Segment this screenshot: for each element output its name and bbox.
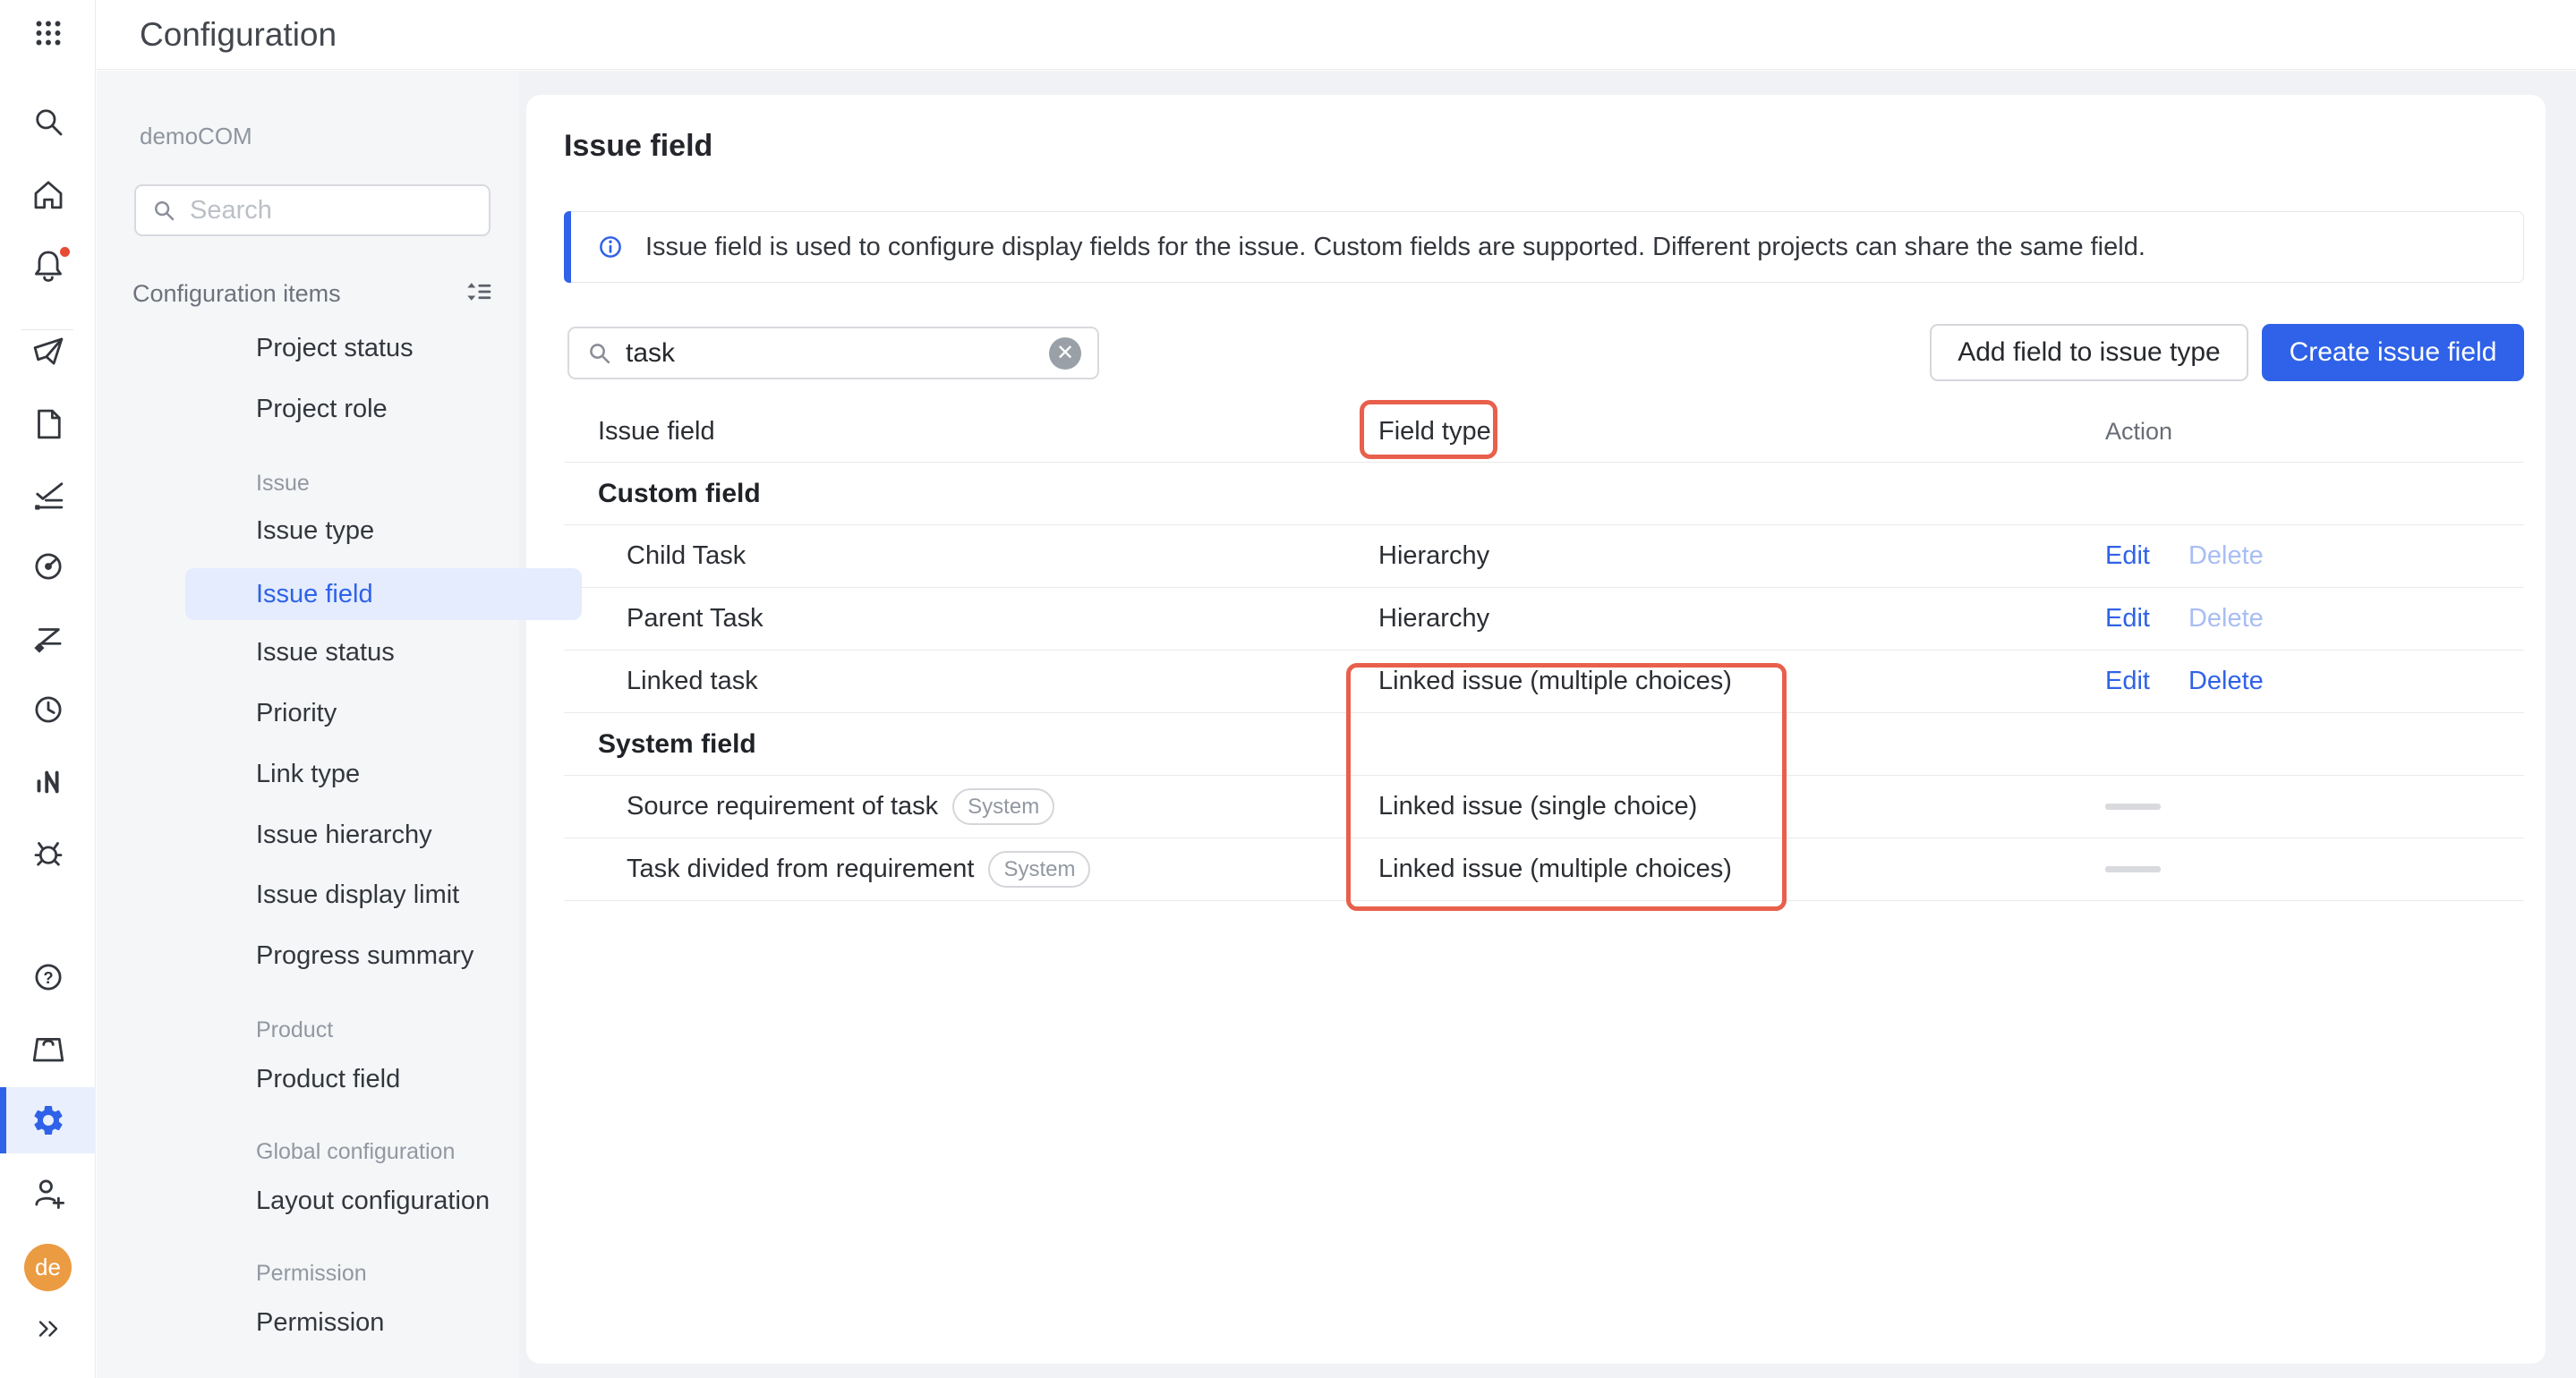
table-row-parent-task: Parent Task Hierarchy Edit Delete xyxy=(564,588,2524,651)
edit-link[interactable]: Edit xyxy=(2105,541,2150,571)
sidebar-menu: Project status Project role Issue Issue … xyxy=(97,71,582,1378)
icon-rail: ? de xyxy=(0,0,96,1378)
field-name: Source requirement of task xyxy=(627,792,939,821)
sprint-icon[interactable] xyxy=(0,606,96,672)
sidebar-item-priority[interactable]: Priority xyxy=(185,687,582,739)
notification-dot xyxy=(57,244,73,259)
documents-icon[interactable] xyxy=(0,391,96,457)
system-badge: System xyxy=(988,850,1091,889)
home-icon[interactable] xyxy=(0,161,96,227)
sidebar-section-product: Product xyxy=(256,1016,334,1042)
column-header-action: Action xyxy=(2105,417,2173,445)
field-type: Linked issue (multiple choices) xyxy=(1378,667,1732,695)
field-type: Hierarchy xyxy=(1378,541,1490,570)
wiki-icon[interactable] xyxy=(0,462,96,528)
banner-text: Issue field is used to configure display… xyxy=(645,232,2145,261)
sidebar-item-issue-display-limit[interactable]: Issue display limit xyxy=(185,869,582,921)
column-header-field-type: Field type xyxy=(1378,416,1491,446)
sidebar-item-product-field[interactable]: Product field xyxy=(185,1053,582,1105)
hours-icon[interactable] xyxy=(0,676,96,743)
sidebar-item-issue-status[interactable]: Issue status xyxy=(185,626,582,678)
sidebar-section-issue: Issue xyxy=(256,470,310,496)
group-row-custom-field: Custom field xyxy=(564,463,2524,525)
field-type: Linked issue (multiple choices) xyxy=(1378,855,1732,883)
delete-link[interactable]: Delete xyxy=(2188,604,2264,634)
user-avatar[interactable]: de xyxy=(24,1244,72,1291)
field-search-box[interactable]: ✕ xyxy=(567,327,1099,379)
sidebar-item-project-role[interactable]: Project role xyxy=(185,383,582,435)
projects-icon[interactable] xyxy=(0,319,96,385)
main-background: Issue field Issue field is used to confi… xyxy=(519,71,2576,1378)
add-field-to-issue-type-button[interactable]: Add field to issue type xyxy=(1930,324,2248,381)
issue-field-table: Issue field Field type Action Custom fie… xyxy=(564,401,2524,901)
field-type: Linked issue (single choice) xyxy=(1378,792,1698,821)
sidebar-item-progress-summary[interactable]: Progress summary xyxy=(185,930,582,982)
sidebar-item-issue-hierarchy[interactable]: Issue hierarchy xyxy=(185,809,582,861)
sidebar-item-permission[interactable]: Permission xyxy=(185,1297,582,1348)
config-sidebar: demoCOM Configuration items Project stat… xyxy=(97,71,582,1378)
app-grid-icon[interactable] xyxy=(0,0,96,66)
table-row-source-requirement-of-task: Source requirement of task System Linked… xyxy=(564,776,2524,838)
field-type: Hierarchy xyxy=(1378,604,1490,633)
field-name: Linked task xyxy=(627,667,758,695)
section-title: Issue field xyxy=(564,129,713,163)
sidebar-item-project-status[interactable]: Project status xyxy=(185,322,582,374)
table-row-task-divided-from-requirement: Task divided from requirement System Lin… xyxy=(564,838,2524,901)
issue-field-panel: Issue field Issue field is used to confi… xyxy=(526,95,2546,1364)
create-issue-field-button[interactable]: Create issue field xyxy=(2262,324,2524,381)
column-header-issue-field: Issue field xyxy=(598,416,715,446)
field-search-input[interactable] xyxy=(626,337,1049,369)
page-title: Configuration xyxy=(140,15,337,53)
invite-member-icon[interactable] xyxy=(0,1160,96,1226)
delete-link[interactable]: Delete xyxy=(2188,667,2264,696)
edit-link[interactable]: Edit xyxy=(2105,667,2150,696)
store-icon[interactable] xyxy=(0,1015,96,1081)
field-name: Child Task xyxy=(627,541,746,570)
edit-link[interactable]: Edit xyxy=(2105,604,2150,634)
sidebar-item-issue-type[interactable]: Issue type xyxy=(185,505,582,557)
delete-link[interactable]: Delete xyxy=(2188,541,2264,571)
collapse-rail-icon[interactable] xyxy=(0,1296,96,1362)
no-action-dash xyxy=(2105,866,2161,872)
sidebar-item-link-type[interactable]: Link type xyxy=(185,748,582,800)
table-row-child-task: Child Task Hierarchy Edit Delete xyxy=(564,525,2524,588)
sidebar-section-global-configuration: Global configuration xyxy=(256,1138,456,1164)
sidebar-item-layout-configuration[interactable]: Layout configuration xyxy=(185,1175,582,1227)
sidebar-item-issue-field[interactable]: Issue field xyxy=(185,568,582,620)
info-icon xyxy=(600,236,621,258)
system-badge: System xyxy=(952,787,1055,826)
notifications-icon[interactable] xyxy=(0,232,96,298)
no-action-dash xyxy=(2105,804,2161,810)
table-header-row: Issue field Field type Action xyxy=(564,401,2524,463)
info-banner: Issue field is used to configure display… xyxy=(564,211,2524,283)
testing-icon[interactable] xyxy=(0,820,96,886)
table-row-linked-task: Linked task Linked issue (multiple choic… xyxy=(564,651,2524,713)
reports-icon[interactable] xyxy=(0,749,96,815)
help-icon[interactable]: ? xyxy=(0,944,96,1010)
field-name: Parent Task xyxy=(627,604,763,633)
svg-text:?: ? xyxy=(43,968,53,987)
sidebar-section-permission: Permission xyxy=(256,1260,367,1286)
goals-icon[interactable] xyxy=(0,533,96,600)
search-icon[interactable] xyxy=(0,89,96,155)
clear-search-icon[interactable]: ✕ xyxy=(1049,336,1081,370)
group-row-system-field: System field xyxy=(564,713,2524,776)
top-header: Configuration xyxy=(97,0,2576,70)
banner-accent-bar xyxy=(564,211,571,283)
field-name: Task divided from requirement xyxy=(627,855,975,883)
settings-icon[interactable] xyxy=(0,1087,96,1153)
